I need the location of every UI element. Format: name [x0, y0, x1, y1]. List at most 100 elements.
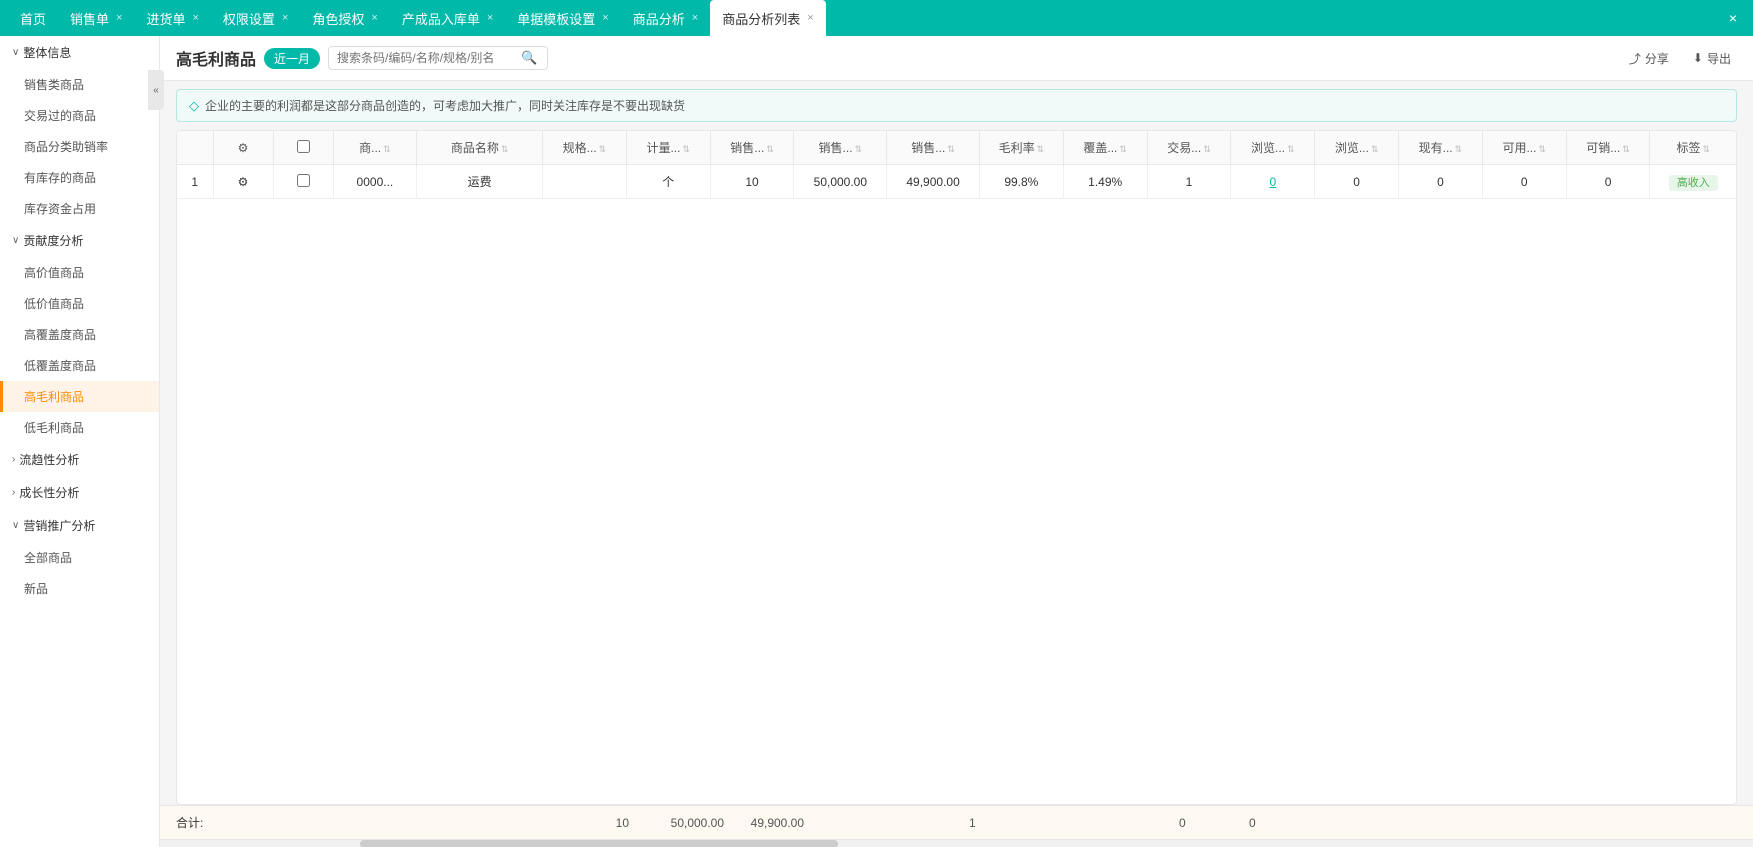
sidebar-group-2[interactable]: ›流趋性分析: [0, 443, 159, 476]
search-box: 🔍: [328, 46, 548, 70]
nav-close-4[interactable]: ×: [371, 12, 377, 24]
nav-close-6[interactable]: ×: [602, 12, 608, 24]
sidebar-item-0-0[interactable]: 销售类商品: [0, 69, 159, 100]
sidebar-item-1-3[interactable]: 低覆盖度商品: [0, 350, 159, 381]
nav-item-7[interactable]: 商品分析×: [621, 0, 710, 36]
sort-icon-browse1: ⇅: [1287, 144, 1295, 154]
search-icon[interactable]: 🔍: [521, 50, 537, 66]
col-header-browse2[interactable]: 浏览...⇅: [1315, 131, 1399, 165]
nav-item-0[interactable]: 首页: [8, 0, 58, 36]
sidebar-item-0-3[interactable]: 有库存的商品: [0, 162, 159, 193]
sidebar-item-4-1[interactable]: 新品: [0, 573, 159, 604]
info-icon: ◇: [189, 98, 199, 114]
sidebar-item-4-0[interactable]: 全部商品: [0, 542, 159, 573]
col-header-available1[interactable]: 现有...⇅: [1399, 131, 1483, 165]
time-filter-btn[interactable]: 近一月: [264, 48, 320, 69]
cell-sales_cost-0: 49,900.00: [887, 165, 980, 199]
sidebar-group-4[interactable]: ∨营销推广分析: [0, 509, 159, 542]
footer-cell-9: 49,900.00: [737, 816, 817, 830]
sort-icon-coverage: ⇅: [1119, 144, 1127, 154]
col-header-transaction[interactable]: 交易...⇅: [1147, 131, 1231, 165]
nav-item-5[interactable]: 产成品入库单×: [390, 0, 505, 36]
sidebar-item-1-5[interactable]: 低毛利商品: [0, 412, 159, 443]
window-controls: ×: [1729, 10, 1745, 26]
sidebar-group-3[interactable]: ›成长性分析: [0, 476, 159, 509]
col-header-code[interactable]: 商...⇅: [333, 131, 417, 165]
select-all-checkbox[interactable]: [297, 140, 310, 153]
sort-icon-tag: ⇅: [1702, 144, 1710, 154]
footer-bar: 合计: 1050,000.0049,900.00100: [160, 805, 1753, 839]
window-close-btn[interactable]: ×: [1729, 10, 1737, 26]
col-header-saleable[interactable]: 可销...⇅: [1566, 131, 1650, 165]
cell-sales_qty-0: 10: [710, 165, 794, 199]
sidebar-collapse-btn[interactable]: «: [148, 70, 164, 110]
sort-icon-saleable: ⇅: [1622, 144, 1630, 154]
footer-cell-2: [277, 816, 307, 830]
data-table-container: ⚙商...⇅商品名称⇅规格...⇅计量...⇅销售...⇅销售...⇅销售...…: [176, 130, 1737, 805]
group-arrow-1: ∨: [12, 235, 19, 246]
col-header-sales_qty[interactable]: 销售...⇅: [710, 131, 794, 165]
col-header-tag[interactable]: 标签⇅: [1650, 131, 1736, 165]
col-header-spec[interactable]: 规格...⇅: [543, 131, 627, 165]
row-checkbox-0[interactable]: [297, 174, 310, 187]
cell-checkbox-0[interactable]: [273, 165, 333, 199]
sort-icon-browse2: ⇅: [1371, 144, 1379, 154]
col-header-sales_cost[interactable]: 销售...⇅: [887, 131, 980, 165]
col-header-sales_amt[interactable]: 销售...⇅: [794, 131, 887, 165]
table-row-0: 1⚙0000...运费个1050,000.0049,900.0099.8%1.4…: [177, 165, 1736, 199]
footer-cell-4: [377, 816, 467, 830]
footer-cell-8: 50,000.00: [657, 816, 737, 830]
cell-available2-0: 0: [1482, 165, 1566, 199]
nav-item-4[interactable]: 角色授权×: [300, 0, 389, 36]
sort-icon-available2: ⇅: [1538, 144, 1546, 154]
search-input[interactable]: [337, 51, 517, 65]
col-header-name[interactable]: 商品名称⇅: [417, 131, 543, 165]
sidebar-item-1-0[interactable]: 高价值商品: [0, 257, 159, 288]
header-actions: ⤴ 分享 ⬇ 导出: [1623, 47, 1737, 70]
cell-available1-0: 0: [1399, 165, 1483, 199]
footer-cell-17: [1287, 816, 1347, 830]
share-btn[interactable]: ⤴ 分享: [1623, 47, 1675, 70]
top-navigation: 首页销售单×进货单×权限设置×角色授权×产成品入库单×单据模板设置×商品分析×商…: [0, 0, 1753, 36]
nav-close-8[interactable]: ×: [807, 12, 813, 24]
sidebar-item-0-1[interactable]: 交易过的商品: [0, 100, 159, 131]
footer-cell-13: [1007, 816, 1077, 830]
col-header-available2[interactable]: 可用...⇅: [1482, 131, 1566, 165]
sidebar-item-1-4[interactable]: 高毛利商品: [0, 381, 159, 412]
group-arrow-4: ∨: [12, 520, 19, 531]
sort-icon-sales_qty: ⇅: [766, 144, 774, 154]
nav-close-7[interactable]: ×: [692, 12, 698, 24]
cell-gross_rate-0: 99.8%: [979, 165, 1063, 199]
nav-close-3[interactable]: ×: [282, 12, 288, 24]
group-arrow-0: ∨: [12, 47, 19, 58]
nav-item-8[interactable]: 商品分析列表×: [710, 0, 825, 36]
nav-item-1[interactable]: 销售单×: [58, 0, 134, 36]
info-banner: ◇ 企业的主要的利润都是这部分商品创造的，可考虑加大推广，同时关注库存是不要出现…: [176, 89, 1737, 122]
col-header-coverage[interactable]: 覆盖...⇅: [1063, 131, 1147, 165]
nav-item-3[interactable]: 权限设置×: [211, 0, 300, 36]
cell-settings-0[interactable]: ⚙: [213, 165, 273, 199]
cell-tag-0: 高收入: [1650, 165, 1736, 199]
nav-item-6[interactable]: 单据模板设置×: [505, 0, 620, 36]
nav-close-1[interactable]: ×: [116, 12, 122, 24]
sidebar-item-1-2[interactable]: 高覆盖度商品: [0, 319, 159, 350]
nav-close-2[interactable]: ×: [192, 12, 198, 24]
sidebar-group-1[interactable]: ∨贡献度分析: [0, 224, 159, 257]
sort-icon-sales_amt: ⇅: [855, 144, 863, 154]
cell-saleable-0: 0: [1566, 165, 1650, 199]
sidebar-item-0-2[interactable]: 商品分类助销率: [0, 131, 159, 162]
nav-close-5[interactable]: ×: [487, 12, 493, 24]
sidebar-group-0[interactable]: ∨整体信息: [0, 36, 159, 69]
cell-browse2-0: 0: [1315, 165, 1399, 199]
sort-icon-sales_cost: ⇅: [947, 144, 955, 154]
browse1-link-0[interactable]: 0: [1269, 175, 1276, 189]
content-header: 高毛利商品 近一月 🔍 ⤴ 分享 ⬇ 导出: [160, 36, 1753, 81]
horizontal-scrollbar[interactable]: [160, 839, 1753, 847]
col-header-browse1[interactable]: 浏览...⇅: [1231, 131, 1315, 165]
col-header-gross_rate[interactable]: 毛利率⇅: [979, 131, 1063, 165]
sidebar-item-1-1[interactable]: 低价值商品: [0, 288, 159, 319]
col-header-unit[interactable]: 计量...⇅: [626, 131, 710, 165]
export-btn[interactable]: ⬇ 导出: [1687, 47, 1737, 70]
nav-item-2[interactable]: 进货单×: [134, 0, 210, 36]
sidebar-item-0-4[interactable]: 库存资金占用: [0, 193, 159, 224]
